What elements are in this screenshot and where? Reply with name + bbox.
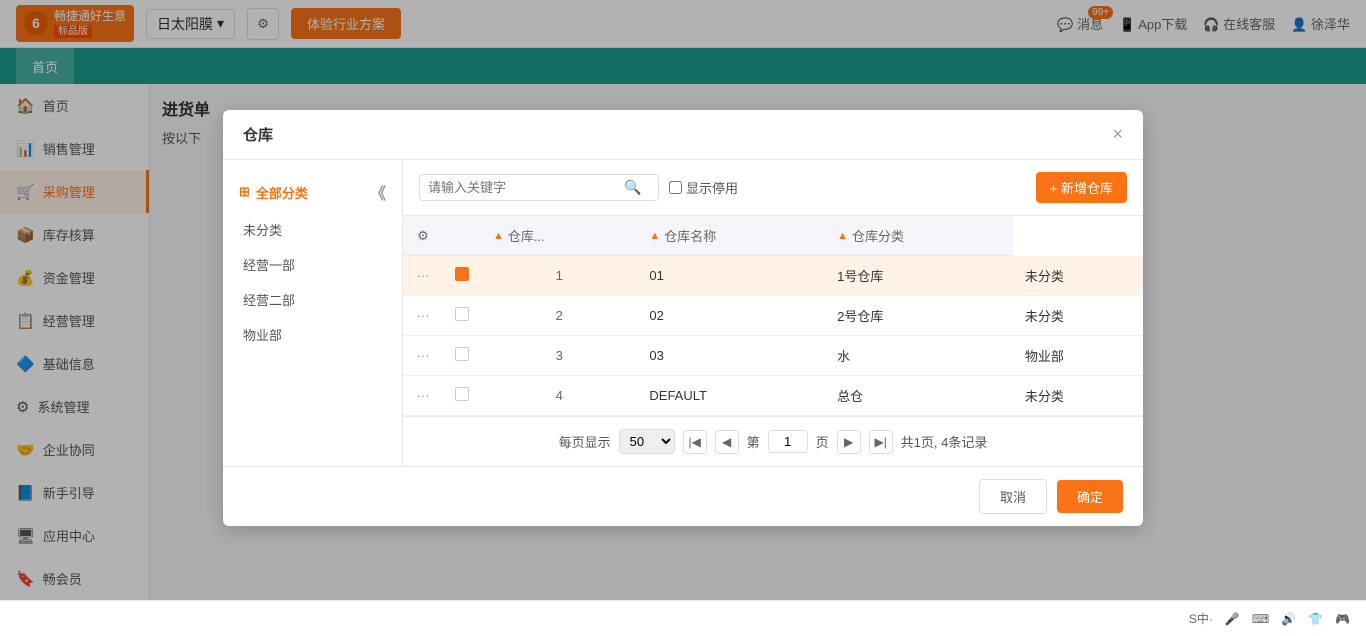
row-checkbox[interactable] xyxy=(443,376,481,416)
modal-overlay: 仓库 × ⊞ 全部分类 《 未分类 经营一部 经营二部 物业部 xyxy=(0,0,1366,636)
pagination: 每页显示 50 10 20 100 |◀ ◀ 第 页 ▶ ▶| 共1页, 4条记… xyxy=(403,416,1143,466)
row-name: 总仓 xyxy=(825,376,1013,416)
row-category: 未分类 xyxy=(1013,256,1143,296)
content-panel: 🔍 显示停用 + 新增仓库 ⚙ xyxy=(403,160,1143,466)
search-wrap: 🔍 xyxy=(419,174,659,201)
prev-page-button[interactable]: ◀ xyxy=(715,430,739,454)
row-checkbox[interactable] xyxy=(443,256,481,296)
status-bar: S中· 🎤 ⌨ 🔊 👕 🎮 xyxy=(0,600,1366,636)
row-category: 物业部 xyxy=(1013,336,1143,376)
th-name: ▲ 仓库名称 xyxy=(637,216,825,256)
show-disabled-checkbox[interactable] xyxy=(669,181,682,194)
modal-header: 仓库 × xyxy=(223,110,1143,160)
category-item-property[interactable]: 物业部 xyxy=(223,317,402,352)
row-name: 2号仓库 xyxy=(825,296,1013,336)
row-code: 02 xyxy=(637,296,825,336)
game-icon: 🎮 xyxy=(1335,612,1350,626)
warehouse-table: ⚙ ▲ 仓库... ▲ xyxy=(403,216,1143,416)
category-item-uncategorized[interactable]: 未分类 xyxy=(223,212,402,247)
row-num: 1 xyxy=(481,256,637,296)
modal-footer: 取消 确定 xyxy=(223,466,1143,526)
sort-icon-name: ▲ xyxy=(649,230,660,242)
modal-title: 仓库 xyxy=(243,124,273,145)
row-num: 2 xyxy=(481,296,637,336)
table-toolbar: 🔍 显示停用 + 新增仓库 xyxy=(403,160,1143,216)
row-code: 01 xyxy=(637,256,825,296)
first-page-button[interactable]: |◀ xyxy=(683,430,707,454)
category-panel: ⊞ 全部分类 《 未分类 经营一部 经营二部 物业部 xyxy=(223,160,403,466)
category-item-dept1[interactable]: 经营一部 xyxy=(223,247,402,282)
row-gear[interactable]: ··· xyxy=(403,336,443,376)
row-code: DEFAULT xyxy=(637,376,825,416)
row-code: 03 xyxy=(637,336,825,376)
row-checkbox[interactable] xyxy=(443,296,481,336)
confirm-button[interactable]: 确定 xyxy=(1057,480,1123,513)
table-row[interactable]: ··· 2 02 2号仓库 未分类 xyxy=(403,296,1143,336)
page-prefix: 第 xyxy=(747,432,760,451)
row-category: 未分类 xyxy=(1013,296,1143,336)
next-page-button[interactable]: ▶ xyxy=(837,430,861,454)
row-gear[interactable]: ··· xyxy=(403,256,443,296)
per-page-select[interactable]: 50 10 20 100 xyxy=(619,429,675,454)
row-category: 未分类 xyxy=(1013,376,1143,416)
table-header-row: ⚙ ▲ 仓库... ▲ xyxy=(403,216,1143,256)
th-code: ▲ 仓库... xyxy=(481,216,637,256)
last-page-button[interactable]: ▶| xyxy=(869,430,893,454)
table-row[interactable]: ··· 3 03 水 物业部 xyxy=(403,336,1143,376)
page-number-input[interactable] xyxy=(768,430,808,453)
table-row[interactable]: ··· 1 01 1号仓库 未分类 xyxy=(403,256,1143,296)
row-num: 3 xyxy=(481,336,637,376)
total-records: 共1页, 4条记录 xyxy=(901,432,988,451)
row-name: 1号仓库 xyxy=(825,256,1013,296)
row-gear[interactable]: ··· xyxy=(403,376,443,416)
th-category: ▲ 仓库分类 xyxy=(825,216,1013,256)
sound-icon: 🔊 xyxy=(1281,612,1296,626)
cancel-button[interactable]: 取消 xyxy=(979,479,1047,514)
table: ⚙ ▲ 仓库... ▲ xyxy=(403,216,1143,416)
th-check xyxy=(443,216,481,256)
category-header-label: 全部分类 xyxy=(256,183,308,202)
mic-icon: 🎤 xyxy=(1225,612,1240,626)
collapse-button[interactable]: 《 xyxy=(370,180,386,204)
table-row[interactable]: ··· 4 DEFAULT 总仓 未分类 xyxy=(403,376,1143,416)
keyboard-icon: ⌨ xyxy=(1252,612,1269,626)
modal-body: ⊞ 全部分类 《 未分类 经营一部 经营二部 物业部 🔍 xyxy=(223,160,1143,466)
input-method: S中· xyxy=(1189,610,1213,627)
search-icon[interactable]: 🔍 xyxy=(624,179,641,196)
category-item-dept2[interactable]: 经营二部 xyxy=(223,282,402,317)
th-gear: ⚙ xyxy=(403,216,443,256)
warehouse-modal: 仓库 × ⊞ 全部分类 《 未分类 经营一部 经营二部 物业部 xyxy=(223,110,1143,526)
shirt-icon: 👕 xyxy=(1308,612,1323,626)
search-input[interactable] xyxy=(428,180,618,195)
add-warehouse-button[interactable]: + 新增仓库 xyxy=(1036,172,1127,203)
category-header: ⊞ 全部分类 《 xyxy=(223,172,402,212)
row-checkbox[interactable] xyxy=(443,336,481,376)
grid-icon: ⊞ xyxy=(239,184,250,200)
sort-icon-cat: ▲ xyxy=(837,230,848,242)
row-name: 水 xyxy=(825,336,1013,376)
modal-close-button[interactable]: × xyxy=(1112,124,1123,145)
sort-icon-code: ▲ xyxy=(493,230,504,242)
page-suffix: 页 xyxy=(816,432,829,451)
row-num: 4 xyxy=(481,376,637,416)
row-gear[interactable]: ··· xyxy=(403,296,443,336)
per-page-label: 每页显示 xyxy=(559,432,611,451)
show-disabled-label[interactable]: 显示停用 xyxy=(669,178,738,197)
